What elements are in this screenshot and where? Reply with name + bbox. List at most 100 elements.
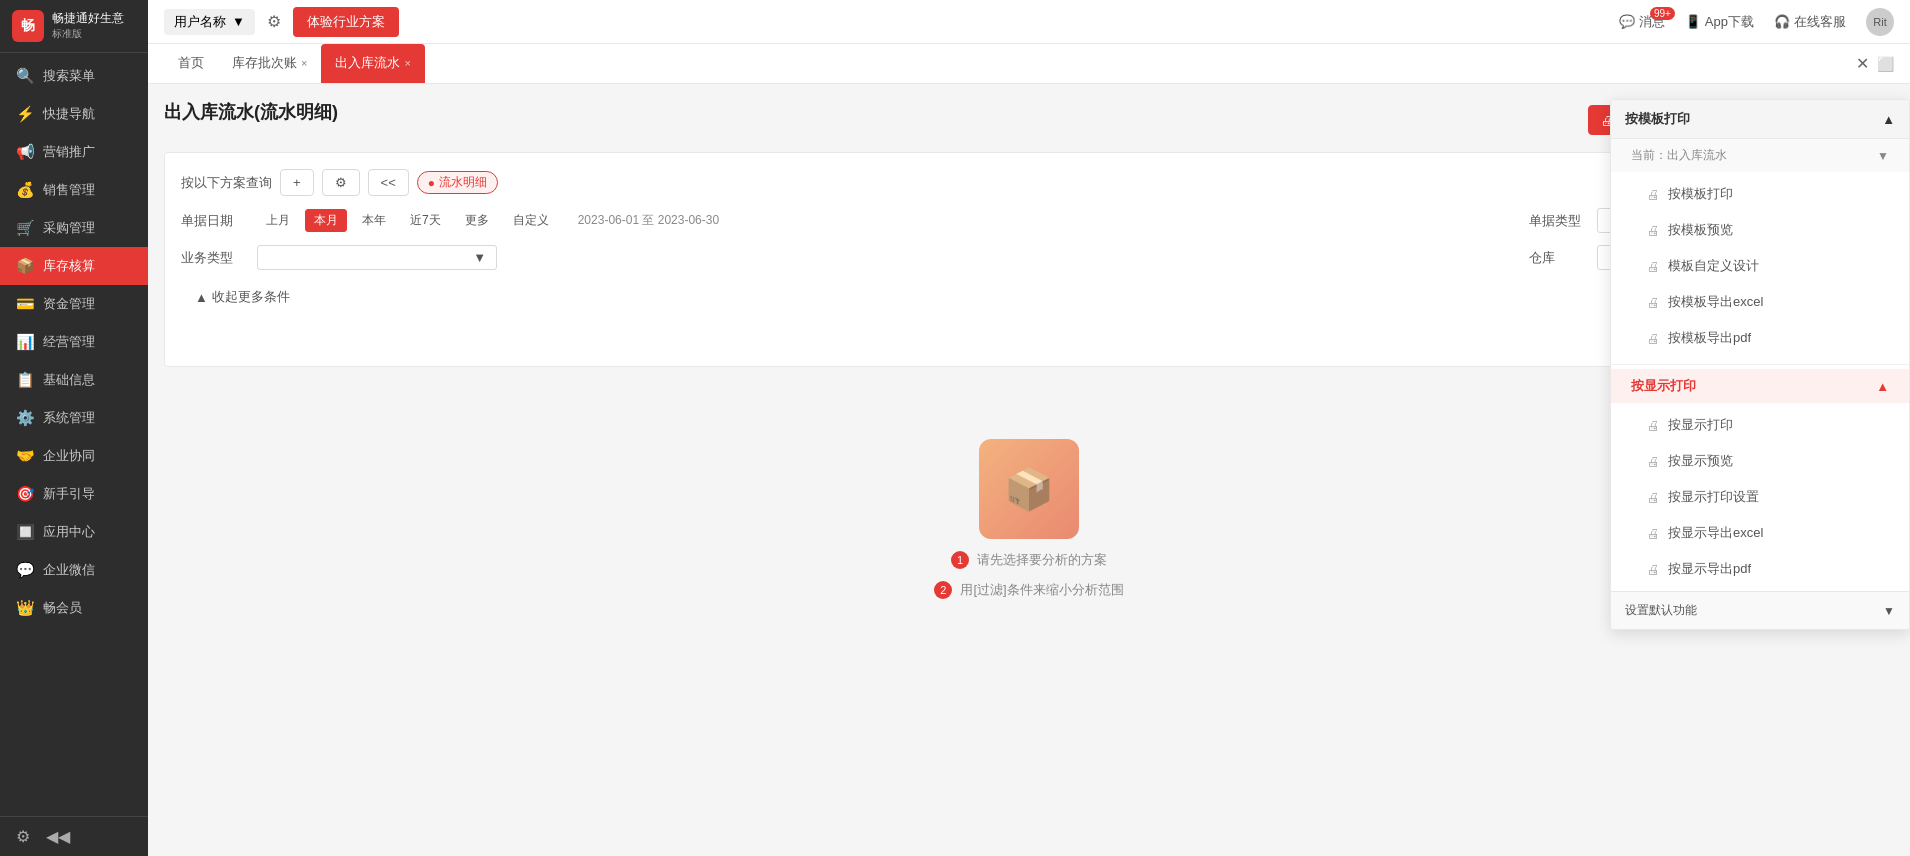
- dp-display-item-0[interactable]: 🖨 按显示打印: [1611, 407, 1909, 443]
- sidebar-item-finance[interactable]: 💳 资金管理: [0, 285, 148, 323]
- sidebar-item-newbie[interactable]: 🎯 新手引导: [0, 475, 148, 513]
- date-tab-本月[interactable]: 本月: [305, 209, 347, 232]
- dp-tpl-icon-2: 🖨: [1647, 259, 1660, 274]
- topbar-app-download[interactable]: 📱 App下载: [1685, 13, 1754, 31]
- tab-batch-close[interactable]: ×: [301, 57, 307, 69]
- tab-home[interactable]: 首页: [164, 44, 218, 83]
- filter-more-conditions-btn[interactable]: ▲ 收起更多条件: [181, 282, 304, 312]
- dp-template-item-4[interactable]: 🖨 按模板导出pdf: [1611, 320, 1909, 356]
- sidebar-label-purchase: 采购管理: [43, 219, 95, 237]
- dp-display-item-1[interactable]: 🖨 按显示预览: [1611, 443, 1909, 479]
- dp-disp-label-4: 按显示导出pdf: [1668, 560, 1751, 578]
- dp-tpl-label-0: 按模板打印: [1668, 185, 1733, 203]
- dp-footer-icon: ▼: [1883, 604, 1895, 618]
- service-label: 在线客服: [1794, 13, 1846, 31]
- sidebar-item-vip[interactable]: 👑 畅会员: [0, 589, 148, 627]
- dp-display-label: 按显示打印: [1631, 377, 1696, 395]
- sidebar-item-basic[interactable]: 📋 基础信息: [0, 361, 148, 399]
- dp-display-item-2[interactable]: 🖨 按显示打印设置: [1611, 479, 1909, 515]
- sidebar-icon-vip: 👑: [16, 599, 35, 617]
- filter-business-select[interactable]: ▼: [257, 245, 497, 270]
- dp-tpl-icon-1: 🖨: [1647, 223, 1660, 238]
- window-restore-icon[interactable]: ⬜: [1877, 56, 1894, 72]
- tabs-bar: 首页 库存批次账 × 出入库流水 × ✕ ⬜: [148, 44, 1910, 84]
- dp-disp-label-2: 按显示打印设置: [1668, 488, 1759, 506]
- dp-display-item-3[interactable]: 🖨 按显示导出excel: [1611, 515, 1909, 551]
- dp-title: 按模板打印: [1625, 110, 1690, 128]
- filter-collapse-btn[interactable]: <<: [368, 169, 409, 196]
- empty-icon-symbol: 📦: [1004, 466, 1054, 513]
- sidebar-item-wechat[interactable]: 💬 企业微信: [0, 551, 148, 589]
- sidebar-item-appcenter[interactable]: 🔲 应用中心: [0, 513, 148, 551]
- date-tab-上月[interactable]: 上月: [257, 209, 299, 232]
- message-badge: 99+: [1650, 7, 1675, 20]
- dp-disp-icon-2: 🖨: [1647, 490, 1660, 505]
- sidebar-label-collab: 企业协同: [43, 447, 95, 465]
- topbar-settings-icon[interactable]: ⚙: [267, 12, 281, 31]
- sidebar-footer: ⚙ ◀◀: [0, 816, 148, 856]
- sidebar-icon-wechat: 💬: [16, 561, 35, 579]
- sidebar-label-marketing: 营销推广: [43, 143, 95, 161]
- date-tab-近7天[interactable]: 近7天: [401, 209, 450, 232]
- sidebar-nav: 🔍 搜索菜单⚡ 快捷导航📢 营销推广💰 销售管理🛒 采购管理📦 库存核算💳 资金…: [0, 53, 148, 816]
- dp-template-item-2[interactable]: 🖨 模板自定义设计: [1611, 248, 1909, 284]
- sidebar-item-collab[interactable]: 🤝 企业协同: [0, 437, 148, 475]
- filter-settings-btn[interactable]: ⚙: [322, 169, 360, 196]
- service-icon: 🎧: [1774, 14, 1790, 29]
- topbar-online-service[interactable]: 🎧 在线客服: [1774, 13, 1846, 31]
- tab-batch[interactable]: 库存批次账 ×: [218, 44, 321, 83]
- dp-template-item-3[interactable]: 🖨 按模板导出excel: [1611, 284, 1909, 320]
- empty-step-1: 1 请先选择要分析的方案: [951, 551, 1107, 569]
- dp-disp-icon-4: 🖨: [1647, 562, 1660, 577]
- topbar-user[interactable]: 用户名称 ▼: [164, 9, 255, 35]
- sidebar-label-sales: 销售管理: [43, 181, 95, 199]
- sidebar-logo: 畅 畅捷通好生意 标准版: [0, 0, 148, 53]
- logo-text: 畅捷通好生意 标准版: [52, 11, 124, 41]
- sidebar-label-finance: 资金管理: [43, 295, 95, 313]
- sidebar-label-system: 系统管理: [43, 409, 95, 427]
- dp-footer[interactable]: 设置默认功能 ▼: [1611, 591, 1909, 629]
- tab-home-label: 首页: [178, 54, 204, 72]
- dp-template-item-1[interactable]: 🖨 按模板预览: [1611, 212, 1909, 248]
- sidebar-item-sales[interactable]: 💰 销售管理: [0, 171, 148, 209]
- tab-batch-label: 库存批次账: [232, 54, 297, 72]
- date-tab-更多[interactable]: 更多: [456, 209, 498, 232]
- app-label: App下载: [1705, 13, 1754, 31]
- tab-flowdetail-close[interactable]: ×: [404, 57, 410, 69]
- filter-business-chevron: ▼: [473, 250, 486, 265]
- date-tab-自定义[interactable]: 自定义: [504, 209, 558, 232]
- trial-button[interactable]: 体验行业方案: [293, 7, 399, 37]
- filter-business-label: 业务类型: [181, 249, 241, 267]
- topbar-avatar[interactable]: Rit: [1866, 8, 1894, 36]
- sidebar-item-purchase[interactable]: 🛒 采购管理: [0, 209, 148, 247]
- filter-add-btn[interactable]: +: [280, 169, 314, 196]
- tab-flowdetail[interactable]: 出入库流水 ×: [321, 44, 424, 83]
- dp-tpl-label-1: 按模板预览: [1668, 221, 1733, 239]
- topbar-message[interactable]: 💬 消息 99+: [1619, 13, 1665, 31]
- sidebar-item-system[interactable]: ⚙️ 系统管理: [0, 399, 148, 437]
- dp-collapse-icon[interactable]: ▲: [1882, 112, 1895, 127]
- dp-display-item-4[interactable]: 🖨 按显示导出pdf: [1611, 551, 1909, 587]
- window-controls: ✕ ⬜: [1856, 54, 1894, 73]
- sidebar-settings-icon[interactable]: ⚙: [16, 827, 30, 846]
- sidebar-item-inventory[interactable]: 📦 库存核算: [0, 247, 148, 285]
- empty-step-2: 2 用[过滤]条件来缩小分析范围: [934, 581, 1123, 599]
- dp-display-header[interactable]: 按显示打印 ▲: [1611, 369, 1909, 403]
- sidebar-icon-quicknav: ⚡: [16, 105, 35, 123]
- sidebar-item-search[interactable]: 🔍 搜索菜单: [0, 57, 148, 95]
- dp-disp-icon-0: 🖨: [1647, 418, 1660, 433]
- dp-disp-label-1: 按显示预览: [1668, 452, 1733, 470]
- step1-label: 请先选择要分析的方案: [977, 551, 1107, 569]
- dp-current-label: 当前：出入库流水: [1631, 147, 1727, 164]
- sidebar-icon-collab: 🤝: [16, 447, 35, 465]
- date-tab-本年[interactable]: 本年: [353, 209, 395, 232]
- window-close-icon[interactable]: ✕: [1856, 54, 1869, 73]
- sidebar-item-operation[interactable]: 📊 经营管理: [0, 323, 148, 361]
- dp-template-item-0[interactable]: 🖨 按模板打印: [1611, 176, 1909, 212]
- sidebar-collapse-icon[interactable]: ◀◀: [46, 827, 70, 846]
- topbar-user-chevron: ▼: [232, 14, 245, 29]
- sidebar-icon-operation: 📊: [16, 333, 35, 351]
- sidebar-item-quicknav[interactable]: ⚡ 快捷导航: [0, 95, 148, 133]
- sidebar-item-marketing[interactable]: 📢 营销推广: [0, 133, 148, 171]
- dp-disp-label-3: 按显示导出excel: [1668, 524, 1763, 542]
